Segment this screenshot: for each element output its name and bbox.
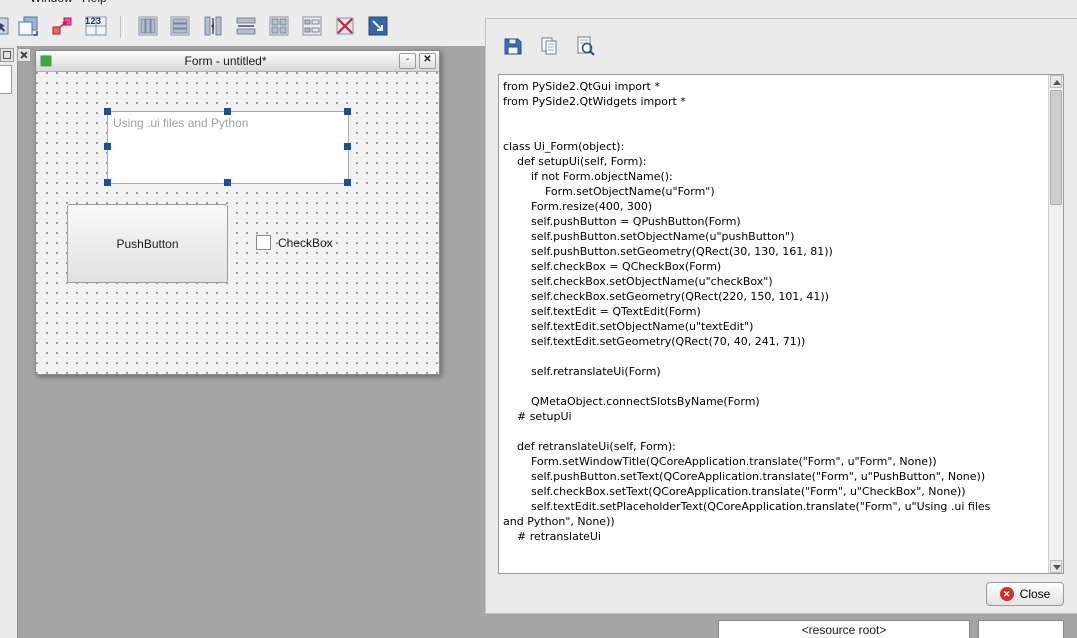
edit-signals-icon[interactable] (48, 12, 76, 40)
adjust-size-icon[interactable] (364, 12, 392, 40)
raise-widget-icon[interactable] (14, 12, 42, 40)
window-close-button[interactable]: ✕ (419, 53, 436, 69)
minimize-button[interactable]: - (399, 53, 416, 69)
toolbar-separator (120, 16, 124, 38)
layout-horizontal-icon[interactable] (134, 12, 162, 40)
selection-handle[interactable] (104, 179, 111, 186)
selection-handle[interactable] (224, 108, 231, 115)
dock-titlebar-buttons (0, 48, 31, 62)
selection-handle[interactable] (224, 179, 231, 186)
widget-box-list-fragment (0, 65, 12, 94)
selection-handle[interactable] (104, 143, 111, 150)
layout-form-icon[interactable] (298, 12, 326, 40)
textedit-selection-region: Using .ui files and Python (104, 108, 351, 186)
dock-close-icon[interactable] (17, 48, 31, 62)
scrollbar-thumb[interactable] (1050, 90, 1062, 205)
resource-root-item[interactable]: <resource root> (718, 620, 970, 638)
close-circle-icon: ✕ (1000, 587, 1014, 601)
code-preview-dialog: from PySide2.QtGui import * from PySide2… (485, 18, 1077, 614)
code-dialog-toolbar (500, 33, 598, 59)
close-button-label: Close (1020, 587, 1051, 601)
scroll-up-icon[interactable] (1050, 75, 1062, 88)
resource-panel-cell (978, 620, 1064, 638)
pushbutton-widget[interactable]: PushButton (67, 204, 228, 283)
menu-window[interactable]: Window (30, 0, 73, 5)
code-view[interactable]: from PySide2.QtGui import * from PySide2… (498, 74, 1064, 574)
qt-designer-screen: Window Help 123 (0, 0, 1077, 638)
layout-vertical-icon[interactable] (166, 12, 194, 40)
splitter-horizontal-icon[interactable] (199, 12, 227, 40)
menu-help[interactable]: Help (82, 0, 107, 5)
selection-handle[interactable] (344, 108, 351, 115)
save-icon[interactable] (500, 33, 526, 59)
checkbox-widget[interactable]: CheckBox (256, 235, 333, 250)
textedit-placeholder: Using .ui files and Python (108, 112, 348, 134)
dock-float-icon[interactable] (0, 48, 14, 62)
edit-widgets-icon[interactable] (0, 12, 14, 40)
form-window-titlebar[interactable]: Form - untitled* - ✕ (36, 51, 439, 72)
main-toolbar: 123 (0, 6, 485, 46)
form-canvas[interactable]: Using .ui files and Python PushButton Ch… (36, 72, 439, 374)
generated-code: from PySide2.QtGui import * from PySide2… (499, 75, 1063, 548)
checkbox-label: CheckBox (278, 236, 333, 250)
designer-form-icon (40, 55, 52, 67)
break-layout-icon[interactable] (331, 12, 359, 40)
textedit-widget[interactable]: Using .ui files and Python (107, 111, 349, 184)
layout-grid-icon[interactable] (265, 12, 293, 40)
selection-handle[interactable] (104, 108, 111, 115)
widget-box-panel-edge (0, 46, 18, 638)
dialog-close-button[interactable]: ✕ Close (986, 582, 1064, 606)
code-scrollbar[interactable] (1048, 75, 1063, 573)
checkbox-indicator[interactable] (256, 235, 271, 250)
selection-handle[interactable] (344, 179, 351, 186)
copy-icon[interactable] (536, 33, 562, 59)
form-window-title: Form - untitled* (52, 54, 399, 68)
tab-order-icon[interactable]: 123 (82, 12, 110, 40)
scroll-down-icon[interactable] (1050, 560, 1062, 573)
splitter-vertical-icon[interactable] (232, 12, 260, 40)
tab-order-label: 123 (85, 16, 102, 26)
find-icon[interactable] (572, 33, 598, 59)
form-designer-window: Form - untitled* - ✕ Using .ui files and… (35, 50, 440, 375)
selection-handle[interactable] (344, 143, 351, 150)
